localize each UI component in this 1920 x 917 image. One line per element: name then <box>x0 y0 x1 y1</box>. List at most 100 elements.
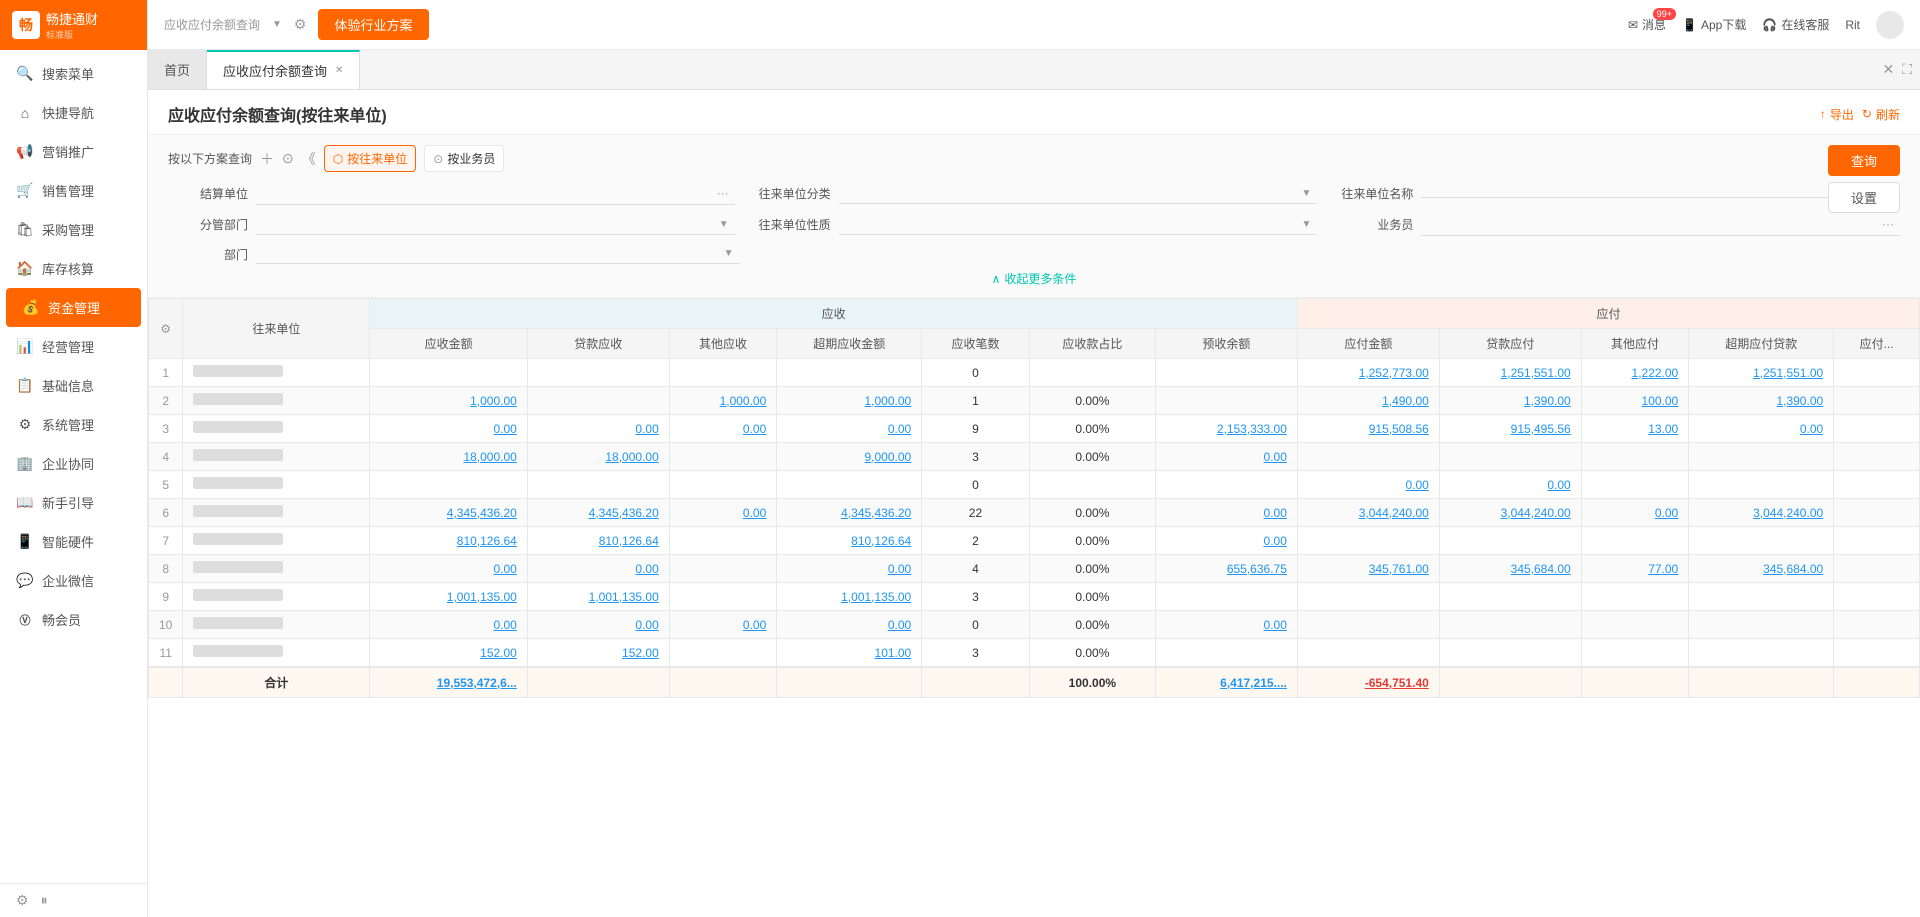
cell-ar-overdue[interactable]: 1,000.00 <box>777 387 922 415</box>
cell-ap-loan[interactable]: 3,044,240.00 <box>1439 499 1581 527</box>
settlement-input[interactable]: ··· <box>256 182 735 205</box>
tabbar-close-icon[interactable]: ✕ <box>1882 61 1894 78</box>
filter-collapse-icon[interactable]: 《 <box>302 149 316 169</box>
cell-ap-other[interactable]: 13.00 <box>1581 415 1689 443</box>
cell-ar-overdue[interactable]: 9,000.00 <box>777 443 922 471</box>
cell-pre-recv[interactable]: 655,636.75 <box>1155 555 1297 583</box>
sidebar-item-search[interactable]: 🔍 搜索菜单 <box>0 54 147 93</box>
sidebar-item-purchase[interactable]: 🛍 采购管理 <box>0 210 147 249</box>
cell-ar-amt[interactable]: 0.00 <box>370 555 528 583</box>
topbar-app-download[interactable]: 📱 App下载 <box>1682 16 1746 33</box>
setting-button[interactable]: 设置 <box>1828 182 1900 213</box>
cell-ar-loan[interactable]: 0.00 <box>527 611 669 639</box>
tab-ar-ap[interactable]: 应收应付余额查询 ✕ <box>207 50 360 89</box>
sidebar-item-guide[interactable]: 📖 新手引导 <box>0 483 147 522</box>
cell-ar-amt[interactable]: 0.00 <box>370 611 528 639</box>
sidebar-item-sales[interactable]: 🛒 销售管理 <box>0 171 147 210</box>
sidebar-item-marketing[interactable]: 📢 营销推广 <box>0 132 147 171</box>
tab-home[interactable]: 首页 <box>148 50 207 89</box>
filter-settings-icon[interactable]: ⊙ <box>282 150 294 167</box>
tabbar-expand-icon[interactable]: ⛶ <box>1902 61 1912 78</box>
topbar-message[interactable]: ✉ 消息 99+ <box>1628 16 1666 33</box>
scheme-by-unit[interactable]: ⬡ 按往来单位 <box>324 145 417 172</box>
cell-ar-other[interactable]: 1,000.00 <box>669 387 777 415</box>
unit-category-input[interactable]: ▼ <box>839 184 1318 204</box>
salesperson-input[interactable]: ··· <box>1421 213 1900 236</box>
cell-pre-recv[interactable]: 2,153,333.00 <box>1155 415 1297 443</box>
sidebar-item-quick-nav[interactable]: ⌂ 快捷导航 <box>0 93 147 132</box>
cell-ar-loan[interactable]: 0.00 <box>527 555 669 583</box>
collapse-footer-icon[interactable]: ⏸ <box>41 892 48 909</box>
sidebar-item-wechat[interactable]: 💬 企业微信 <box>0 561 147 600</box>
cell-ap-other[interactable]: 1,222.00 <box>1581 359 1689 387</box>
dept-input[interactable]: ▼ <box>256 215 735 235</box>
cell-ar-amt[interactable]: 1,001,135.00 <box>370 583 528 611</box>
cell-ar-loan[interactable]: 0.00 <box>527 415 669 443</box>
cell-pre-recv[interactable]: 0.00 <box>1155 527 1297 555</box>
cell-ap-loan[interactable]: 1,390.00 <box>1439 387 1581 415</box>
cell-ar-loan[interactable]: 152.00 <box>527 639 669 668</box>
cell-ar-overdue[interactable]: 1,001,135.00 <box>777 583 922 611</box>
settings-footer-icon[interactable]: ⚙ <box>16 892 29 909</box>
sidebar-item-member[interactable]: Ⓥ 畅会员 <box>0 600 147 639</box>
cell-ar-amt[interactable]: 152.00 <box>370 639 528 668</box>
cell-ar-loan[interactable]: 1,001,135.00 <box>527 583 669 611</box>
cell-ar-other[interactable]: 0.00 <box>669 415 777 443</box>
cell-ap-amt[interactable]: 345,761.00 <box>1297 555 1439 583</box>
cell-ap-overdue[interactable]: 345,684.00 <box>1689 555 1834 583</box>
cell-ap-other[interactable]: 77.00 <box>1581 555 1689 583</box>
topbar-gear-icon[interactable]: ⚙ <box>294 16 307 33</box>
cell-pre-recv[interactable]: 0.00 <box>1155 611 1297 639</box>
cell-ar-overdue[interactable]: 101.00 <box>777 639 922 668</box>
cell-ar-overdue[interactable]: 810,126.64 <box>777 527 922 555</box>
sidebar-item-basic[interactable]: 📋 基础信息 <box>0 366 147 405</box>
unit-nature-input[interactable]: ▼ <box>839 215 1318 235</box>
sidebar-item-operations[interactable]: 📊 经营管理 <box>0 327 147 366</box>
cell-ar-loan[interactable]: 4,345,436.20 <box>527 499 669 527</box>
cell-ap-other[interactable]: 0.00 <box>1581 499 1689 527</box>
solution-button[interactable]: 体验行业方案 <box>318 9 428 40</box>
cell-ap-loan[interactable]: 1,251,551.00 <box>1439 359 1581 387</box>
cell-ar-overdue[interactable]: 0.00 <box>777 415 922 443</box>
cell-ar-loan[interactable]: 18,000.00 <box>527 443 669 471</box>
cell-ar-amt[interactable]: 0.00 <box>370 415 528 443</box>
sidebar-item-inventory[interactable]: 🏠 库存核算 <box>0 249 147 288</box>
cell-ar-other[interactable]: 0.00 <box>669 611 777 639</box>
refresh-button[interactable]: ↻ 刷新 <box>1862 106 1900 123</box>
cell-ar-overdue[interactable]: 0.00 <box>777 611 922 639</box>
cell-ap-loan[interactable]: 915,495.56 <box>1439 415 1581 443</box>
sidebar-item-enterprise[interactable]: 🏢 企业协同 <box>0 444 147 483</box>
filter-add-icon[interactable]: ＋ <box>260 149 274 169</box>
cell-ap-amt[interactable]: 1,252,773.00 <box>1297 359 1439 387</box>
cell-ar-other[interactable]: 0.00 <box>669 499 777 527</box>
cell-ap-overdue[interactable]: 1,251,551.00 <box>1689 359 1834 387</box>
cell-ar-loan[interactable]: 810,126.64 <box>527 527 669 555</box>
cell-ar-overdue[interactable]: 0.00 <box>777 555 922 583</box>
cell-ap-overdue[interactable]: 1,390.00 <box>1689 387 1834 415</box>
cell-ap-loan[interactable]: 0.00 <box>1439 471 1581 499</box>
tab-close-icon[interactable]: ✕ <box>335 65 343 76</box>
query-button[interactable]: 查询 <box>1828 145 1900 176</box>
cell-ap-amt[interactable]: 1,490.00 <box>1297 387 1439 415</box>
cell-ap-overdue[interactable]: 3,044,240.00 <box>1689 499 1834 527</box>
cell-ap-amt[interactable]: 915,508.56 <box>1297 415 1439 443</box>
cell-ap-other[interactable]: 100.00 <box>1581 387 1689 415</box>
cell-ar-amt[interactable]: 1,000.00 <box>370 387 528 415</box>
sidebar-item-hardware[interactable]: 📱 智能硬件 <box>0 522 147 561</box>
cell-ar-amt[interactable]: 4,345,436.20 <box>370 499 528 527</box>
cell-ar-overdue[interactable]: 4,345,436.20 <box>777 499 922 527</box>
cell-pre-recv[interactable]: 0.00 <box>1155 499 1297 527</box>
cell-ap-amt[interactable]: 0.00 <box>1297 471 1439 499</box>
topbar-chevron-icon[interactable]: ▼ <box>272 19 282 30</box>
cell-ar-amt[interactable]: 810,126.64 <box>370 527 528 555</box>
sidebar-item-system[interactable]: ⚙ 系统管理 <box>0 405 147 444</box>
cell-ar-amt[interactable]: 18,000.00 <box>370 443 528 471</box>
scheme-by-staff[interactable]: ⊙ 按业务员 <box>424 145 504 172</box>
department-input[interactable]: ▼ <box>256 244 740 264</box>
cell-ap-amt[interactable]: 3,044,240.00 <box>1297 499 1439 527</box>
export-button[interactable]: ↑ 导出 <box>1820 106 1854 123</box>
cell-ap-loan[interactable]: 345,684.00 <box>1439 555 1581 583</box>
collapse-button[interactable]: ∧ 收起更多条件 <box>992 270 1077 287</box>
topbar-service[interactable]: 🎧 在线客服 <box>1762 16 1829 33</box>
cell-pre-recv[interactable]: 0.00 <box>1155 443 1297 471</box>
